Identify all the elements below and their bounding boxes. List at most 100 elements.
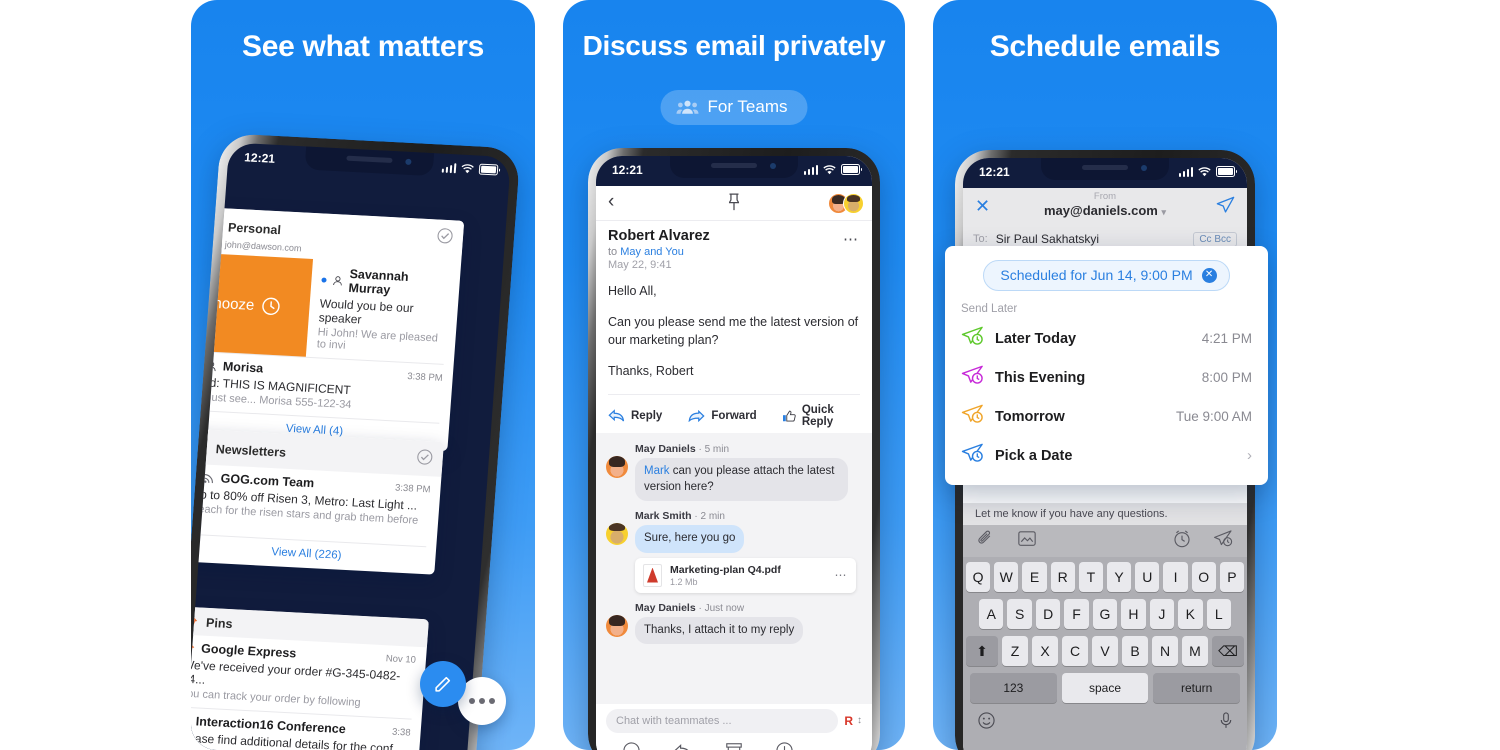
- key-v[interactable]: V: [1092, 636, 1118, 666]
- compose-header: ✕ From may@daniels.com ▾: [963, 188, 1247, 226]
- panel3-headline: Schedule emails: [989, 30, 1221, 63]
- status-clock: 12:21: [612, 163, 643, 177]
- mail-row-savannah[interactable]: Snooze Savannah Murray Would you be our …: [191, 252, 461, 365]
- key-m[interactable]: M: [1182, 636, 1208, 666]
- space-key[interactable]: space: [1061, 673, 1149, 703]
- key-h[interactable]: H: [1121, 599, 1146, 629]
- mark-read-icon[interactable]: [436, 227, 454, 249]
- send-later-icon: [961, 326, 984, 351]
- send-later-option-later-today[interactable]: Later Today 4:21 PM: [945, 319, 1268, 358]
- backspace-key[interactable]: ⌫: [1212, 636, 1244, 666]
- screenshot-stage: See what matters 12:21 Personal john@daw…: [0, 0, 1500, 750]
- pin-icon[interactable]: [727, 193, 742, 216]
- send-later-option-this-evening[interactable]: This Evening 8:00 PM: [945, 358, 1268, 397]
- email-more-icon[interactable]: ⋯: [843, 230, 860, 248]
- key-y[interactable]: Y: [1107, 562, 1132, 592]
- return-key[interactable]: return: [1153, 673, 1241, 703]
- panel2-headline: Discuss email privately: [582, 30, 886, 61]
- thread-participants[interactable]: [828, 193, 864, 214]
- send-icon[interactable]: [1216, 196, 1235, 219]
- cc-bcc-button[interactable]: Cc Bcc: [1193, 231, 1237, 247]
- mic-icon[interactable]: [1220, 712, 1232, 734]
- circle-icon[interactable]: [623, 742, 640, 750]
- send-later-icon[interactable]: [1213, 530, 1233, 552]
- attachment-card[interactable]: Marketing-plan Q4.pdf 1.2 Mb ⋯: [635, 557, 856, 593]
- to-label: To:: [973, 233, 988, 245]
- key-r[interactable]: R: [1050, 562, 1075, 592]
- mark-read-icon[interactable]: [416, 449, 434, 471]
- chevron-down-icon[interactable]: ▾: [1161, 207, 1166, 217]
- key-b[interactable]: B: [1122, 636, 1148, 666]
- mail-row-gog[interactable]: GOG.com Team 3:38 PM Up to 80% off Risen…: [191, 463, 441, 546]
- wifi-icon: [823, 165, 836, 175]
- key-k[interactable]: K: [1178, 599, 1203, 629]
- status-icons: [1178, 166, 1237, 177]
- key-x[interactable]: X: [1032, 636, 1058, 666]
- attachment-name: Marketing-plan Q4.pdf: [670, 563, 781, 576]
- reply-icon[interactable]: [674, 743, 692, 750]
- mail-row-google-express[interactable]: Google Express Nov 10 We've received you…: [191, 634, 427, 719]
- card-title: Pins: [205, 615, 233, 632]
- key-e[interactable]: E: [1022, 562, 1047, 592]
- send-later-option-pick-a-date[interactable]: Pick a Date ›: [945, 436, 1268, 475]
- image-icon[interactable]: [1018, 531, 1036, 551]
- email-body-line: Can you please send me the latest versio…: [608, 315, 859, 348]
- shift-key[interactable]: ⬆: [966, 636, 998, 666]
- key-t[interactable]: T: [1078, 562, 1103, 592]
- key-n[interactable]: N: [1152, 636, 1178, 666]
- chat-mention[interactable]: Mark: [644, 465, 670, 477]
- expand-icon[interactable]: ↕: [857, 716, 862, 726]
- back-icon[interactable]: ‹: [608, 192, 614, 212]
- clock-icon[interactable]: [776, 742, 793, 750]
- from-value[interactable]: may@daniels.com ▾: [963, 203, 1247, 218]
- battery-icon: [841, 164, 862, 175]
- key-q[interactable]: Q: [965, 562, 991, 592]
- key-l[interactable]: L: [1206, 599, 1231, 629]
- scheduled-pill[interactable]: Scheduled for Jun 14, 9:00 PM ✕: [983, 260, 1230, 291]
- key-j[interactable]: J: [1149, 599, 1175, 629]
- archive-icon[interactable]: [726, 743, 742, 750]
- more-dots-icon[interactable]: ⋯: [827, 743, 845, 750]
- reply-button[interactable]: Reply: [608, 409, 662, 423]
- key-d[interactable]: D: [1035, 599, 1061, 629]
- attach-icon[interactable]: [977, 530, 994, 552]
- email-body-line: Hello All,: [608, 284, 657, 298]
- clear-schedule-icon[interactable]: ✕: [1201, 267, 1217, 283]
- key-a[interactable]: A: [979, 599, 1004, 629]
- card-title: Newsletters: [215, 441, 287, 460]
- numbers-key[interactable]: 123: [970, 673, 1057, 703]
- key-s[interactable]: S: [1007, 599, 1032, 629]
- key-i[interactable]: I: [1163, 562, 1188, 592]
- inbox-card-newsletters[interactable]: Newsletters GOG.com Team 3:38 PM Up to 8…: [191, 428, 444, 575]
- key-w[interactable]: W: [994, 562, 1019, 592]
- key-f[interactable]: F: [1064, 599, 1089, 629]
- send-later-icon: [961, 404, 984, 429]
- inbox-card-personal[interactable]: Personal john@dawson.com Snooze Savannah…: [191, 206, 465, 452]
- chevron-right-icon: ›: [1247, 447, 1252, 464]
- chat-author: May Daniels: [635, 601, 696, 614]
- key-c[interactable]: C: [1062, 636, 1088, 666]
- emoji-icon[interactable]: [978, 712, 995, 734]
- key-u[interactable]: U: [1135, 562, 1160, 592]
- chat-bubble: Mark can you please attach the latest ve…: [635, 458, 848, 502]
- pdf-icon: [643, 563, 662, 587]
- keyboard-row-1: QWERTYUIOP: [965, 562, 1245, 592]
- chat-input[interactable]: Chat with teammates ...: [606, 709, 839, 733]
- unread-dot: [194, 362, 201, 368]
- compose-body-line[interactable]: Let me know if you have any questions.: [963, 503, 1247, 525]
- attachment-more-icon[interactable]: ⋯: [835, 568, 849, 582]
- forward-button[interactable]: Forward: [688, 410, 757, 422]
- key-o[interactable]: O: [1191, 562, 1216, 592]
- inbox-card-pins[interactable]: Pins Google Express Nov 10 We've receive…: [191, 606, 429, 750]
- key-g[interactable]: G: [1092, 599, 1118, 629]
- send-later-option-tomorrow[interactable]: Tomorrow Tue 9:00 AM: [945, 397, 1268, 436]
- from-label: From: [1093, 191, 1117, 202]
- mail-meta: Savannah Murray: [321, 265, 451, 300]
- compose-toolbar: [963, 525, 1247, 557]
- key-p[interactable]: P: [1219, 562, 1245, 592]
- quick-reply-button[interactable]: Quick Reply: [782, 404, 860, 428]
- compose-fab[interactable]: [420, 661, 466, 707]
- snooze-clock-icon[interactable]: [1173, 530, 1191, 553]
- key-z[interactable]: Z: [1002, 636, 1028, 666]
- phone-screen: 12:21 ‹ Robert Alvarez ⋯ to May and You …: [596, 156, 872, 750]
